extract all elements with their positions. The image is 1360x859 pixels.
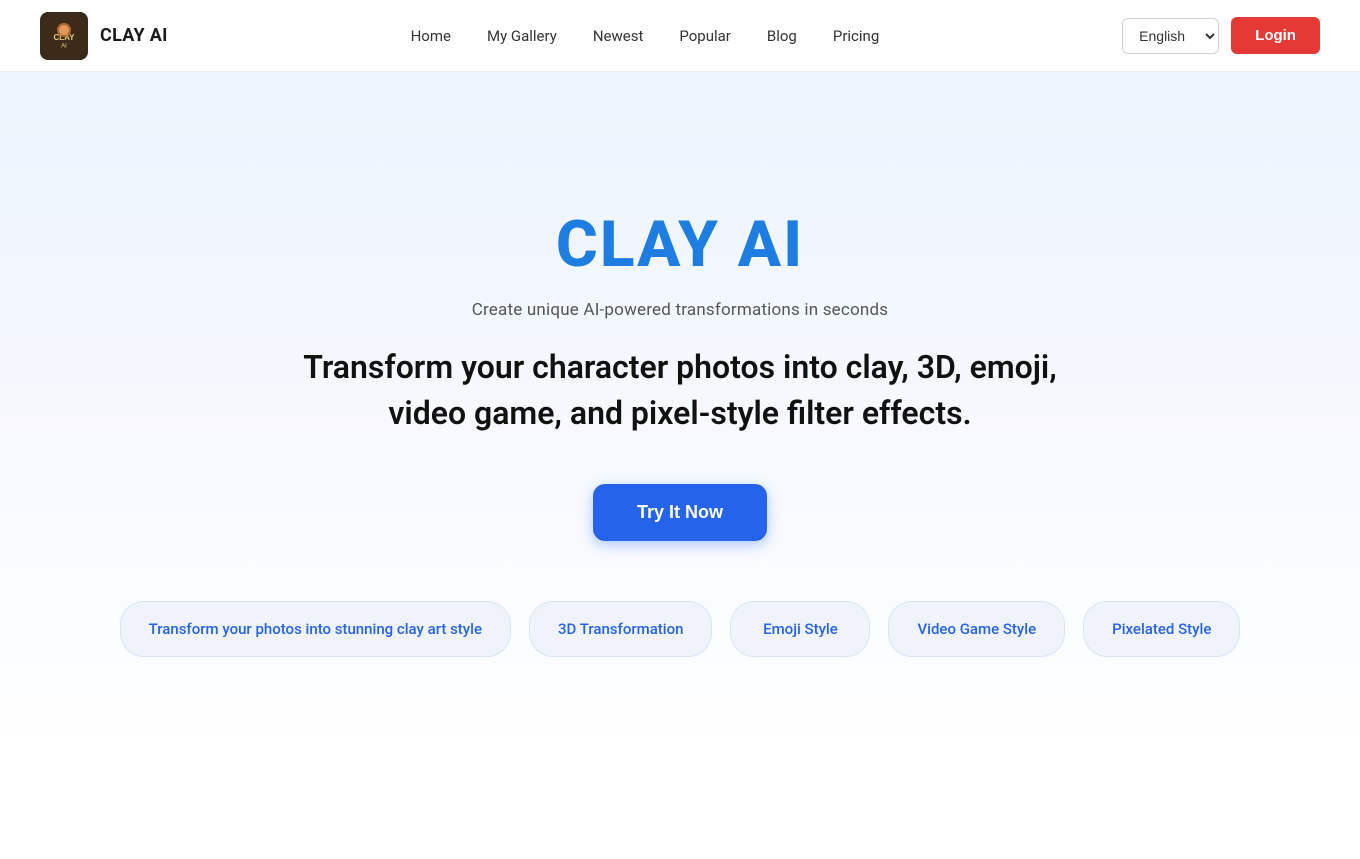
logo[interactable]: CLAY AI CLAY AI xyxy=(40,12,168,60)
nav-item-gallery[interactable]: My Gallery xyxy=(473,19,571,53)
style-tag-pixelated[interactable]: Pixelated Style xyxy=(1083,601,1240,657)
nav-item-pricing[interactable]: Pricing xyxy=(819,19,893,53)
hero-subtitle: Create unique AI-powered transformations… xyxy=(472,300,889,320)
language-selector[interactable]: English 中文 日本語 한국어 Español xyxy=(1122,18,1219,54)
logo-image: CLAY AI xyxy=(40,12,88,60)
svg-text:AI: AI xyxy=(61,43,67,49)
nav-item-blog[interactable]: Blog xyxy=(753,19,811,53)
header-right: English 中文 日本語 한국어 Español Login xyxy=(1122,17,1320,54)
main-nav: Home My Gallery Newest Popular Blog Pric… xyxy=(397,19,894,53)
try-it-now-button[interactable]: Try It Now xyxy=(593,484,767,541)
hero-section: CLAY AI Create unique AI-powered transfo… xyxy=(0,72,1360,752)
style-tag-clay[interactable]: Transform your photos into stunning clay… xyxy=(120,601,511,657)
style-tags-row: Transform your photos into stunning clay… xyxy=(80,601,1280,657)
login-button[interactable]: Login xyxy=(1231,17,1320,54)
style-tag-video-game[interactable]: Video Game Style xyxy=(888,601,1065,657)
style-tag-emoji[interactable]: Emoji Style xyxy=(730,601,870,657)
nav-item-home[interactable]: Home xyxy=(397,19,465,53)
hero-title: CLAY AI xyxy=(556,207,804,282)
nav-item-newest[interactable]: Newest xyxy=(579,19,658,53)
logo-text: CLAY AI xyxy=(100,25,168,46)
style-tag-3d[interactable]: 3D Transformation xyxy=(529,601,712,657)
header: CLAY AI CLAY AI Home My Gallery Newest P… xyxy=(0,0,1360,72)
nav-item-popular[interactable]: Popular xyxy=(665,19,745,53)
hero-description: Transform your character photos into cla… xyxy=(300,344,1060,437)
